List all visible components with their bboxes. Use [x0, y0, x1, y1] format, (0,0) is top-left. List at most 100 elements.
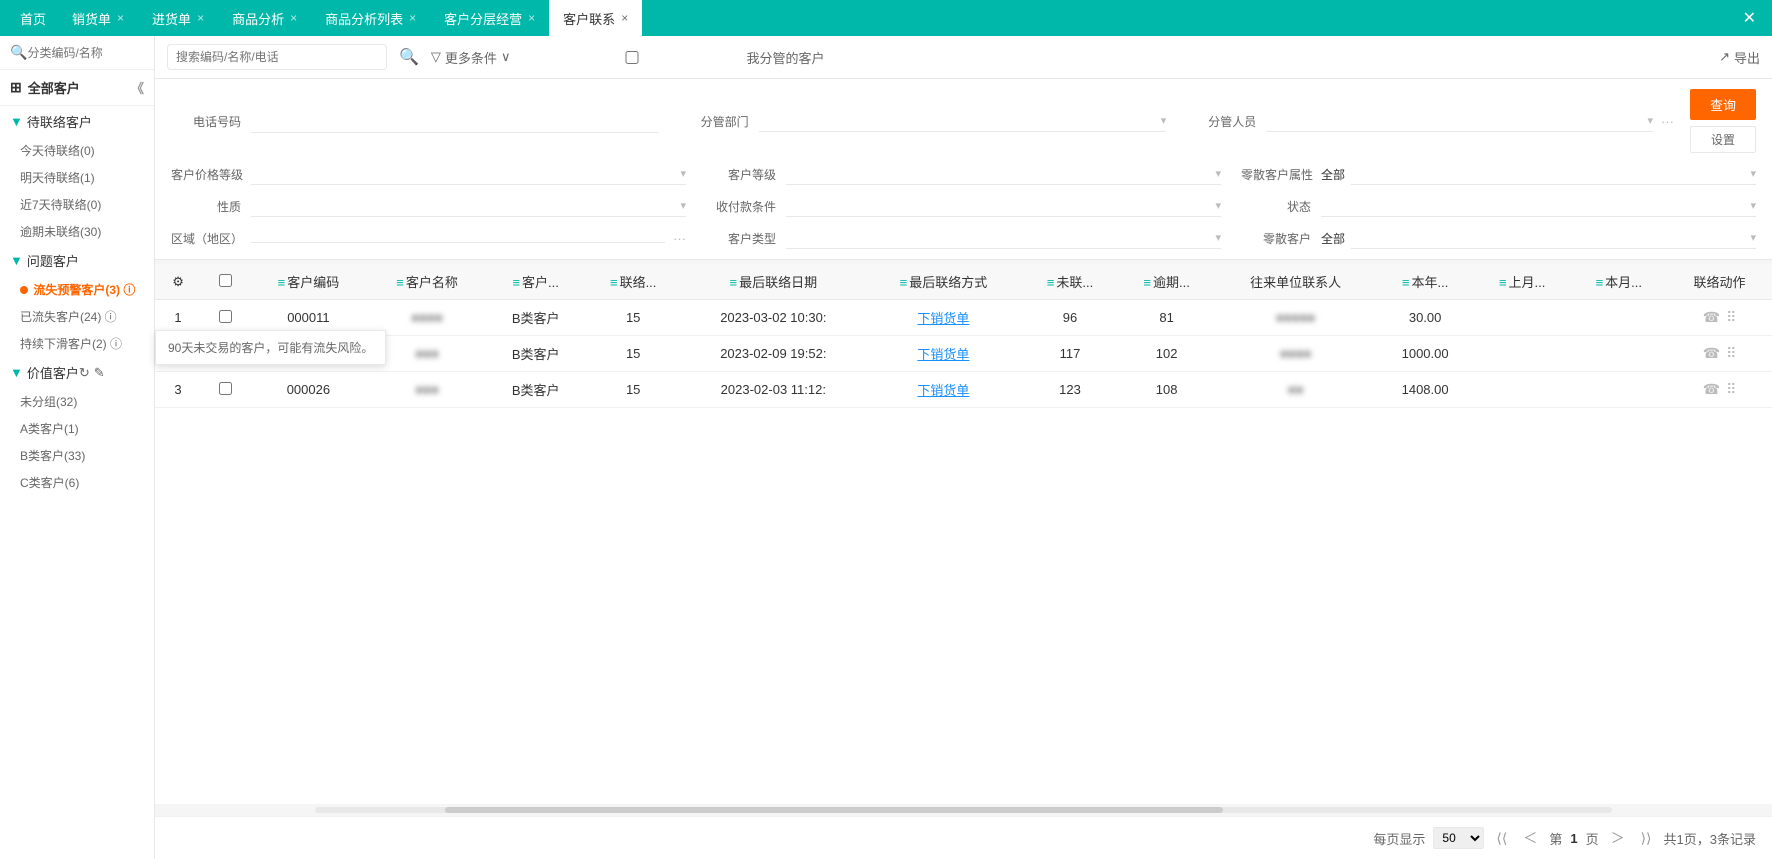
per-page-select[interactable]: 50 100 200	[1433, 827, 1484, 849]
sidebar-item-churn-warning[interactable]: 流失预警客户(3) ⓘ	[0, 276, 154, 303]
select-all-checkbox[interactable]	[219, 274, 232, 287]
filter-region-select[interactable]	[251, 234, 665, 243]
sidebar-search-input[interactable]	[27, 46, 155, 60]
row3-more-icon[interactable]: ⠿	[1726, 381, 1736, 398]
col-customer-type[interactable]: ≡客户...	[486, 264, 584, 300]
col-this-year[interactable]: ≡本年...	[1376, 264, 1473, 300]
sidebar-all-customers[interactable]: ⊞ 全部客户 《	[0, 70, 154, 106]
row1-last-month	[1474, 300, 1571, 336]
row3-contact-blurred: ■■	[1288, 382, 1304, 397]
row3-this-month	[1570, 372, 1667, 408]
settings-button[interactable]: 设置	[1690, 126, 1756, 153]
search-input[interactable]	[167, 44, 387, 70]
sidebar-item-a-class[interactable]: A类客户(1)	[0, 415, 154, 442]
col-uncontacted[interactable]: ≡未联...	[1022, 264, 1119, 300]
nav-tab-0[interactable]: 销货单 ×	[58, 0, 138, 36]
page-nav-last[interactable]: ⟩⟩	[1637, 830, 1656, 847]
row1-method-link[interactable]: 下销货单	[917, 311, 969, 326]
nav-tab-3[interactable]: 商品分析列表 ×	[311, 0, 430, 36]
sidebar-item-tomorrow[interactable]: 明天待联络(1)	[0, 164, 154, 191]
filter-dept-select[interactable]: ▾	[759, 110, 1167, 132]
filter-retail-customer-select[interactable]: ▾	[1351, 227, 1756, 249]
nav-tab-3-close[interactable]: ×	[409, 11, 416, 25]
row1-checkbox[interactable]	[219, 310, 232, 323]
col-last-contact-date[interactable]: ≡最后联络日期	[682, 264, 866, 300]
row1-last-method[interactable]: 下销货单	[865, 300, 1022, 336]
horizontal-scrollbar[interactable]	[155, 804, 1772, 816]
filter-nature-select[interactable]: ▾	[251, 195, 686, 217]
col-last-month[interactable]: ≡上月...	[1474, 264, 1571, 300]
col-gear[interactable]: ⚙	[155, 264, 201, 300]
sidebar-item-today[interactable]: 今天待联络(0)	[0, 137, 154, 164]
my-customers-checkbox-label[interactable]: 我分管的客户	[522, 48, 824, 67]
filter-payment-select[interactable]: ▾	[786, 195, 1221, 217]
more-conditions-toggle[interactable]: ▽ 更多条件 ∨	[431, 48, 511, 67]
row2-phone-icon[interactable]: ☎	[1703, 345, 1720, 362]
filter-customer-level-select[interactable]: ▾	[786, 163, 1221, 185]
col-name[interactable]: ≡客户名称	[368, 264, 487, 300]
col-contact-count[interactable]: ≡联络...	[585, 264, 682, 300]
sidebar-section-problem[interactable]: ▼ 问题客户	[0, 245, 154, 276]
filter-person-dots[interactable]: ···	[1661, 114, 1674, 129]
nav-home[interactable]: 首页	[8, 0, 58, 36]
col-checkbox[interactable]	[201, 264, 249, 300]
search-button[interactable]: 🔍	[399, 47, 419, 67]
col-code[interactable]: ≡客户编码	[249, 264, 368, 300]
page-nav-prev[interactable]: ＜	[1519, 828, 1541, 848]
nav-tab-5[interactable]: 客户联系 ×	[549, 0, 642, 36]
row1-more-icon[interactable]: ⠿	[1726, 309, 1736, 326]
filter-status-select[interactable]: ▾	[1321, 195, 1756, 217]
row3-method-link[interactable]: 下销货单	[917, 383, 969, 398]
row2-more-icon[interactable]: ⠿	[1726, 345, 1736, 362]
collapse-icon[interactable]: 《	[131, 78, 144, 97]
sidebar-item-declining[interactable]: 持续下滑客户(2) ⓘ	[0, 330, 154, 357]
row3-last-method[interactable]: 下销货单	[865, 372, 1022, 408]
sidebar-item-c-class[interactable]: C类客户(6)	[0, 469, 154, 496]
filter-nature-label: 性质	[171, 198, 251, 215]
sidebar-section-pending[interactable]: ▼ 待联络客户	[0, 106, 154, 137]
page-nav-first[interactable]: ⟨⟨	[1492, 830, 1511, 847]
gear-icon[interactable]: ⚙	[172, 274, 184, 289]
close-all-button[interactable]: ✕	[1735, 8, 1764, 28]
filter-region-dots[interactable]: ···	[673, 231, 686, 246]
sidebar-section-value[interactable]: ▼ 价值客户 ↻ ✎	[0, 357, 154, 388]
edit-icon[interactable]: ✎	[94, 365, 105, 381]
row2-method-link[interactable]: 下销货单	[917, 347, 969, 362]
my-customers-checkbox[interactable]	[522, 51, 742, 64]
nav-tab-0-close[interactable]: ×	[117, 11, 124, 25]
col-this-month[interactable]: ≡本月...	[1570, 264, 1667, 300]
row3-phone-icon[interactable]: ☎	[1703, 381, 1720, 398]
export-button[interactable]: ↗ 导出	[1719, 48, 1760, 67]
col-overdue[interactable]: ≡逾期...	[1118, 264, 1215, 300]
row1-phone-icon[interactable]: ☎	[1703, 309, 1720, 326]
query-button[interactable]: 查询	[1690, 89, 1756, 120]
filter-customer-level: 客户等级 ▾	[706, 163, 1221, 185]
nav-tab-4[interactable]: 客户分层经营 ×	[430, 0, 549, 36]
row2-last-method[interactable]: 下销货单	[865, 336, 1022, 372]
sidebar-item-b-class[interactable]: B类客户(33)	[0, 442, 154, 469]
refresh-icon[interactable]: ↻	[79, 365, 90, 381]
nav-tab-5-close[interactable]: ×	[621, 11, 628, 25]
nav-tab-2[interactable]: 商品分析 ×	[218, 0, 311, 36]
sidebar-search-box[interactable]: 🔍	[0, 36, 154, 70]
sidebar-item-ungroup[interactable]: 未分组(32)	[0, 388, 154, 415]
filter-price-level-select[interactable]: ▾	[251, 163, 686, 185]
page-nav-next[interactable]: ＞	[1607, 828, 1629, 848]
nav-tab-1[interactable]: 进货单 ×	[138, 0, 218, 36]
nav-tab-1-close[interactable]: ×	[197, 11, 204, 25]
filter-person-select[interactable]: ▾	[1266, 110, 1653, 132]
sidebar-item-7days[interactable]: 近7天待联络(0)	[0, 191, 154, 218]
scrollbar-track[interactable]	[315, 807, 1612, 813]
nav-tab-2-close[interactable]: ×	[290, 11, 297, 25]
col-last-contact-method[interactable]: ≡最后联络方式	[865, 264, 1022, 300]
row3-checkbox[interactable]	[219, 382, 232, 395]
filter-retail-attr-select[interactable]: ▾	[1351, 163, 1756, 185]
row3-checkbox-cell[interactable]	[201, 372, 249, 408]
scrollbar-thumb[interactable]	[445, 807, 1223, 813]
nav-tab-4-close[interactable]: ×	[528, 11, 535, 25]
row1-this-year: 30.00	[1376, 300, 1473, 336]
sidebar-item-overdue-contact[interactable]: 逾期未联络(30)	[0, 218, 154, 245]
sidebar-item-churned[interactable]: 已流失客户(24) ⓘ	[0, 303, 154, 330]
filter-phone-input[interactable]	[251, 110, 659, 133]
filter-customer-type-select[interactable]: ▾	[786, 227, 1221, 249]
